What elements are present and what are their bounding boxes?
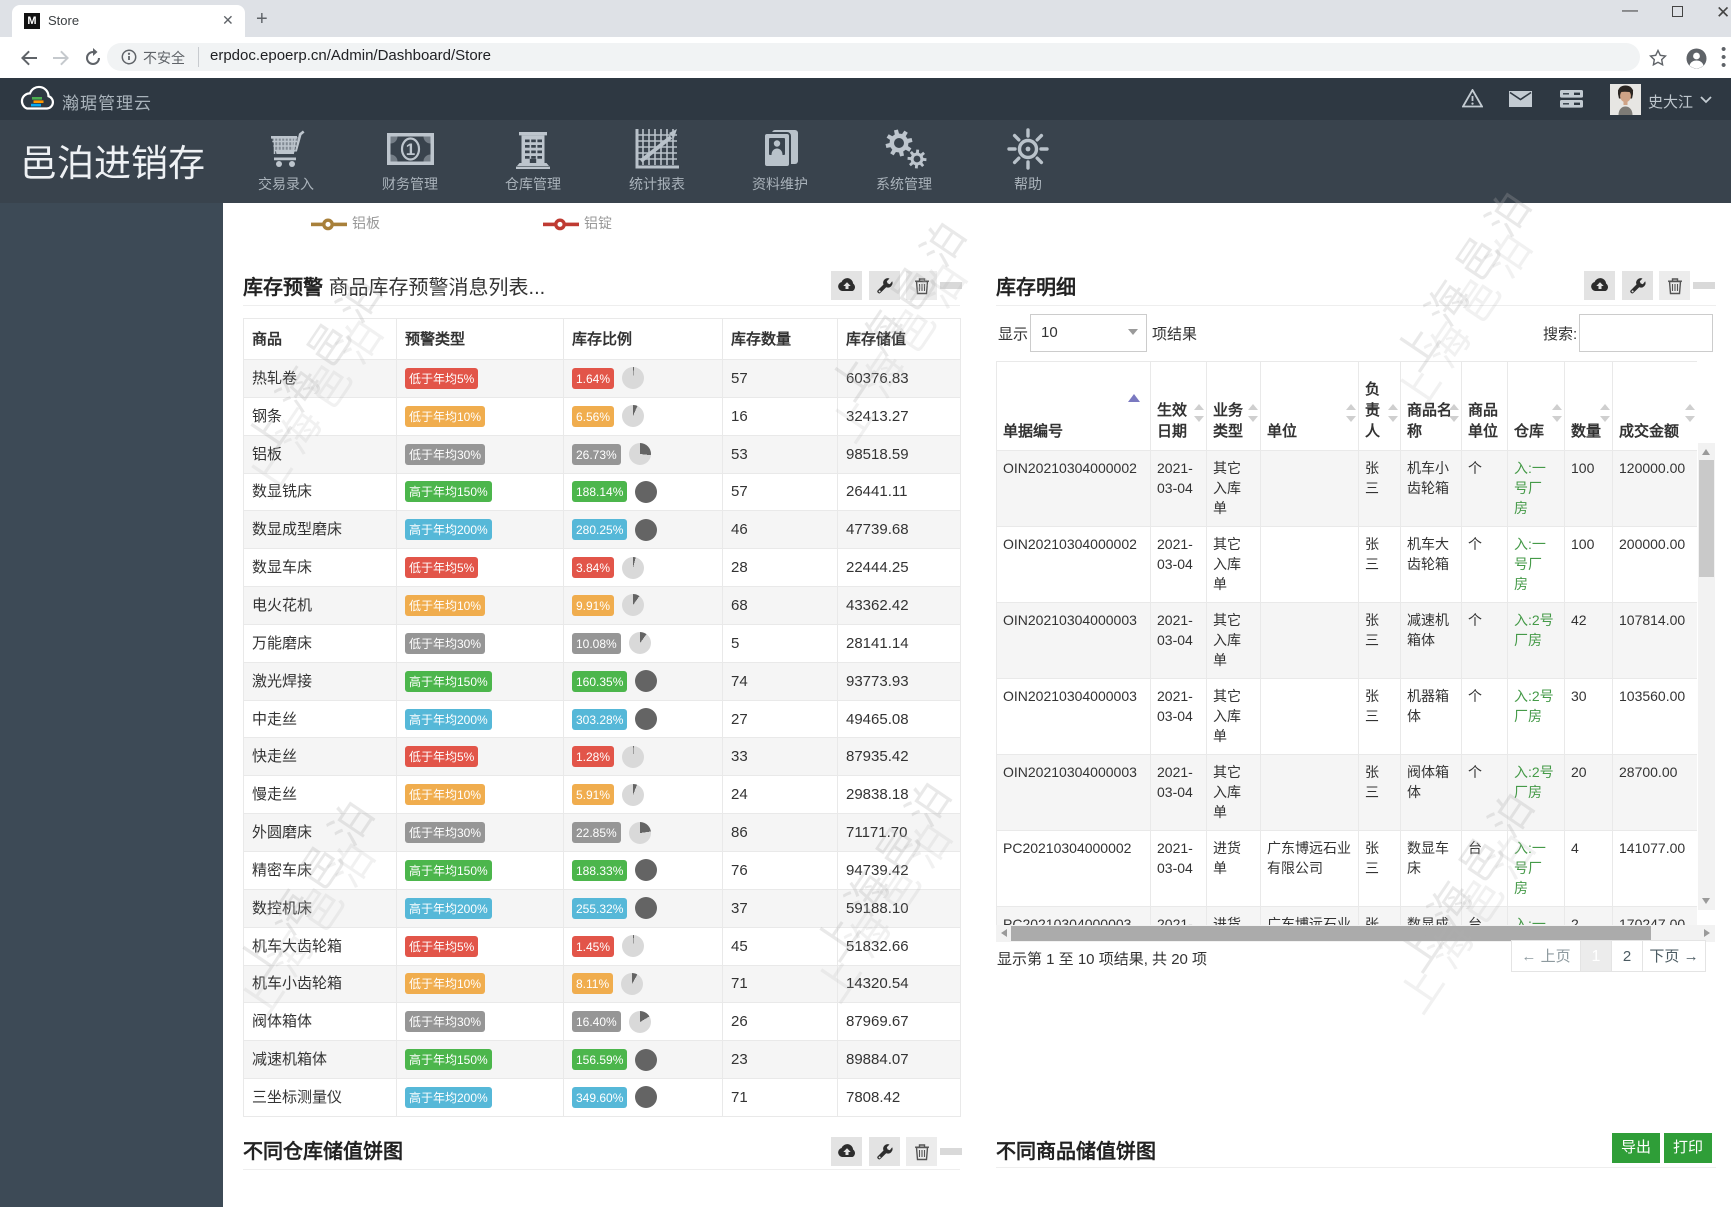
svg-text:1: 1 bbox=[405, 140, 414, 159]
